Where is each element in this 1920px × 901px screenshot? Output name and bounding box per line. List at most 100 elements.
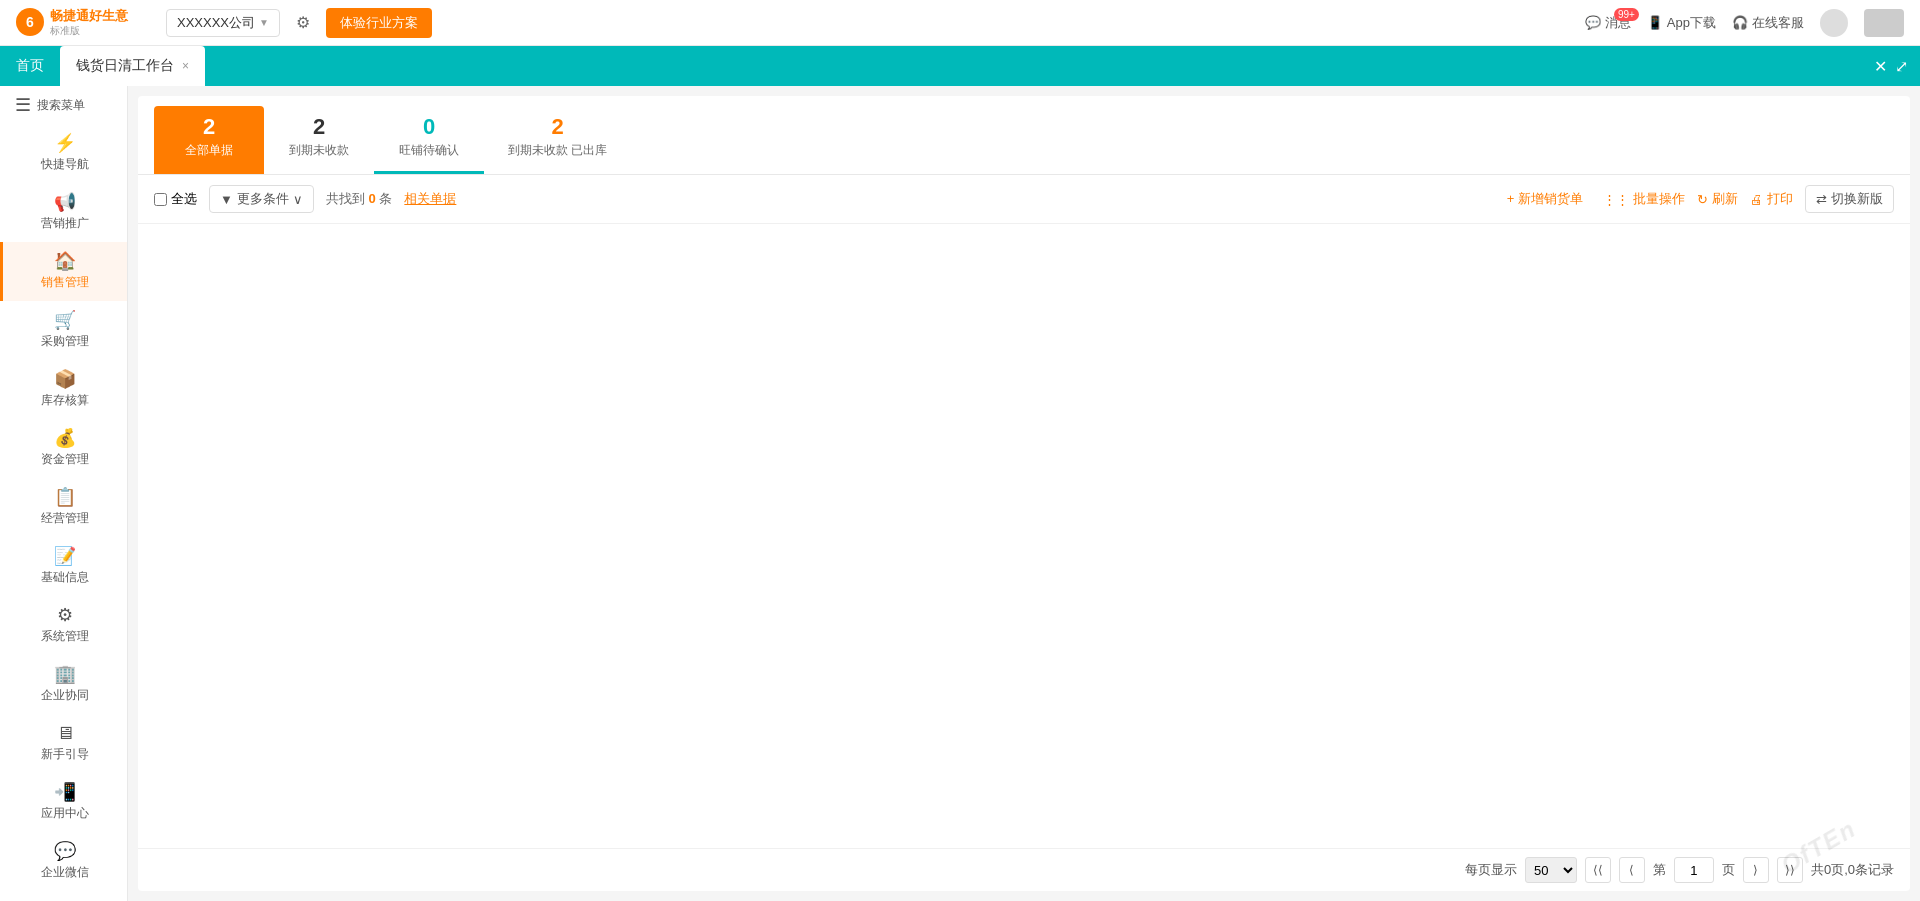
main-layout: ☰ 搜索菜单 ⚡ 快捷导航 📢 营销推广 🏠 销售管理 🛒 采购管理 📦 库存核…: [0, 86, 1920, 901]
settings-icon[interactable]: ⚙: [288, 8, 318, 38]
batch-label: 批量操作: [1633, 190, 1685, 208]
logo-icon: 6: [16, 8, 44, 36]
print-label: 打印: [1767, 190, 1793, 208]
logo-area: 6 畅捷通好生意 标准版: [16, 8, 128, 38]
toolbar-right: + 新增销货单 ⋮⋮ 批量操作 ↻ 刷新 🖨 打印 ⇄: [1499, 185, 1894, 213]
guide-icon: 🖥: [56, 724, 74, 742]
tab-close-window-icon[interactable]: ✕: [1874, 57, 1887, 76]
sidebar-item-enterprise[interactable]: 🏢 企业协同: [0, 655, 127, 714]
result-prefix: 共找到: [326, 191, 365, 206]
top-header: 6 畅捷通好生意 标准版 XXXXXX公司 ▼ ⚙ 体验行业方案 💬 消息 99…: [0, 0, 1920, 46]
company-selector[interactable]: XXXXXX公司 ▼: [166, 9, 280, 37]
per-page-select[interactable]: 20 50 100 200: [1525, 857, 1577, 883]
stat-number-overdue: 2: [313, 114, 325, 140]
current-page-input[interactable]: [1674, 857, 1714, 883]
last-page-button[interactable]: ⟩⟩: [1777, 857, 1803, 883]
sidebar-item-quick-nav[interactable]: ⚡ 快捷导航: [0, 124, 127, 183]
result-text: 共找到 0 条: [326, 190, 392, 208]
sidebar-label-search: 搜索菜单: [37, 97, 85, 114]
sidebar-item-purchase[interactable]: 🛒 采购管理: [0, 301, 127, 360]
first-page-button[interactable]: ⟨⟨: [1585, 857, 1611, 883]
sidebar-item-wechat[interactable]: 💬 企业微信: [0, 832, 127, 891]
enterprise-icon: 🏢: [54, 665, 76, 683]
industry-button[interactable]: 体验行业方案: [326, 8, 432, 38]
sidebar-label-basics: 基础信息: [41, 569, 89, 586]
avatar[interactable]: [1820, 9, 1848, 37]
system-icon: ⚙: [57, 606, 73, 624]
header-right: 💬 消息 99+ 📱 App下载 🎧 在线客服: [1585, 9, 1904, 37]
sidebar-item-member[interactable]: V 畅会员: [0, 891, 127, 901]
per-page-label: 每页显示: [1465, 861, 1517, 879]
pagination: 每页显示 20 50 100 200 ⟨⟨ ⟨ 第 页 ⟩ ⟩⟩ 共0页,0条记…: [138, 848, 1910, 891]
stat-tab-pending[interactable]: 0 旺铺待确认: [374, 106, 484, 174]
stat-number-shipped: 2: [552, 114, 564, 140]
avatar-extra[interactable]: [1864, 9, 1904, 37]
sidebar-item-basics[interactable]: 📝 基础信息: [0, 537, 127, 596]
capital-icon: 💰: [54, 429, 76, 447]
sidebar-item-system[interactable]: ⚙ 系统管理: [0, 596, 127, 655]
company-dropdown-arrow: ▼: [259, 17, 269, 28]
stat-tab-all[interactable]: 2 全部单据: [154, 106, 264, 174]
marketing-icon: 📢: [54, 193, 76, 211]
app-download-action[interactable]: 📱 App下载: [1647, 14, 1716, 32]
sidebar-label-app-center: 应用中心: [41, 805, 89, 822]
search-menu-icon: ☰: [15, 96, 31, 114]
sidebar-item-marketing[interactable]: 📢 营销推广: [0, 183, 127, 242]
sidebar-label-capital: 资金管理: [41, 451, 89, 468]
sidebar-item-capital[interactable]: 💰 资金管理: [0, 419, 127, 478]
filter-label: 更多条件: [237, 190, 289, 208]
filter-icon: ▼: [220, 192, 233, 207]
logo-text: 畅捷通好生意 标准版: [50, 8, 128, 38]
stat-number-all: 2: [203, 114, 215, 140]
stat-tab-shipped[interactable]: 2 到期未收款 已出库: [484, 106, 631, 174]
logo-title: 畅捷通好生意: [50, 8, 128, 25]
related-records-link[interactable]: 相关单据: [404, 190, 456, 208]
sidebar-label-sales: 销售管理: [41, 274, 89, 291]
select-all-label: 全选: [171, 190, 197, 208]
select-all-input[interactable]: [154, 193, 167, 206]
tab-workbench-label: 钱货日清工作台: [76, 57, 174, 75]
stat-label-pending: 旺铺待确认: [399, 142, 459, 159]
inventory-icon: 📦: [54, 370, 76, 388]
stat-label-shipped: 到期未收款 已出库: [508, 142, 607, 159]
content-area: 2 全部单据 2 到期未收款 0 旺铺待确认 2 到期未收款 已出库: [128, 86, 1920, 901]
tab-workbench[interactable]: 钱货日清工作台 ×: [60, 46, 205, 86]
tab-expand-icon[interactable]: ⤢: [1895, 57, 1908, 76]
switch-version-button[interactable]: ⇄ 切换新版: [1805, 185, 1894, 213]
sidebar-item-search-menu[interactable]: ☰ 搜索菜单: [0, 86, 127, 124]
message-icon: 💬: [1585, 15, 1601, 30]
sidebar-item-sales[interactable]: 🏠 销售管理: [0, 242, 127, 301]
batch-operation-button[interactable]: ⋮⋮ 批量操作: [1603, 190, 1685, 208]
tab-bar: 首页 钱货日清工作台 × ✕ ⤢: [0, 46, 1920, 86]
online-service-action[interactable]: 🎧 在线客服: [1732, 14, 1804, 32]
toolbar: 全选 ▼ 更多条件 ∨ 共找到 0 条 相关单据 + 新增销货单: [138, 175, 1910, 224]
sidebar-label-system: 系统管理: [41, 628, 89, 645]
tab-home[interactable]: 首页: [0, 46, 60, 86]
online-service-icon: 🎧: [1732, 15, 1748, 30]
tab-bar-right: ✕ ⤢: [1874, 57, 1920, 76]
stats-tabs: 2 全部单据 2 到期未收款 0 旺铺待确认 2 到期未收款 已出库: [138, 96, 1910, 175]
sidebar-item-guide[interactable]: 🖥 新手引导: [0, 714, 127, 773]
filter-button[interactable]: ▼ 更多条件 ∨: [209, 185, 314, 213]
add-sales-button[interactable]: + 新增销货单: [1499, 186, 1591, 212]
switch-icon: ⇄: [1816, 192, 1827, 207]
message-action[interactable]: 💬 消息 99+: [1585, 14, 1631, 32]
sidebar-item-operation[interactable]: 📋 经营管理: [0, 478, 127, 537]
batch-icon: ⋮⋮: [1603, 192, 1629, 207]
quick-nav-icon: ⚡: [54, 134, 76, 152]
sales-icon: 🏠: [54, 252, 76, 270]
select-all-checkbox[interactable]: 全选: [154, 190, 197, 208]
tab-close-icon[interactable]: ×: [182, 59, 189, 73]
app-download-label: App下载: [1667, 14, 1716, 32]
sidebar-item-inventory[interactable]: 📦 库存核算: [0, 360, 127, 419]
logo-subtitle: 标准版: [50, 24, 128, 37]
stat-tab-overdue[interactable]: 2 到期未收款: [264, 106, 374, 174]
tab-home-label: 首页: [16, 57, 44, 75]
sidebar-item-app-center[interactable]: 📲 应用中心: [0, 773, 127, 832]
refresh-button[interactable]: ↻ 刷新: [1697, 190, 1738, 208]
print-button[interactable]: 🖨 打印: [1750, 190, 1793, 208]
next-page-button[interactable]: ⟩: [1743, 857, 1769, 883]
prev-page-button[interactable]: ⟨: [1619, 857, 1645, 883]
toolbar-left: 全选 ▼ 更多条件 ∨ 共找到 0 条 相关单据: [154, 185, 1487, 213]
switch-label: 切换新版: [1831, 190, 1883, 208]
